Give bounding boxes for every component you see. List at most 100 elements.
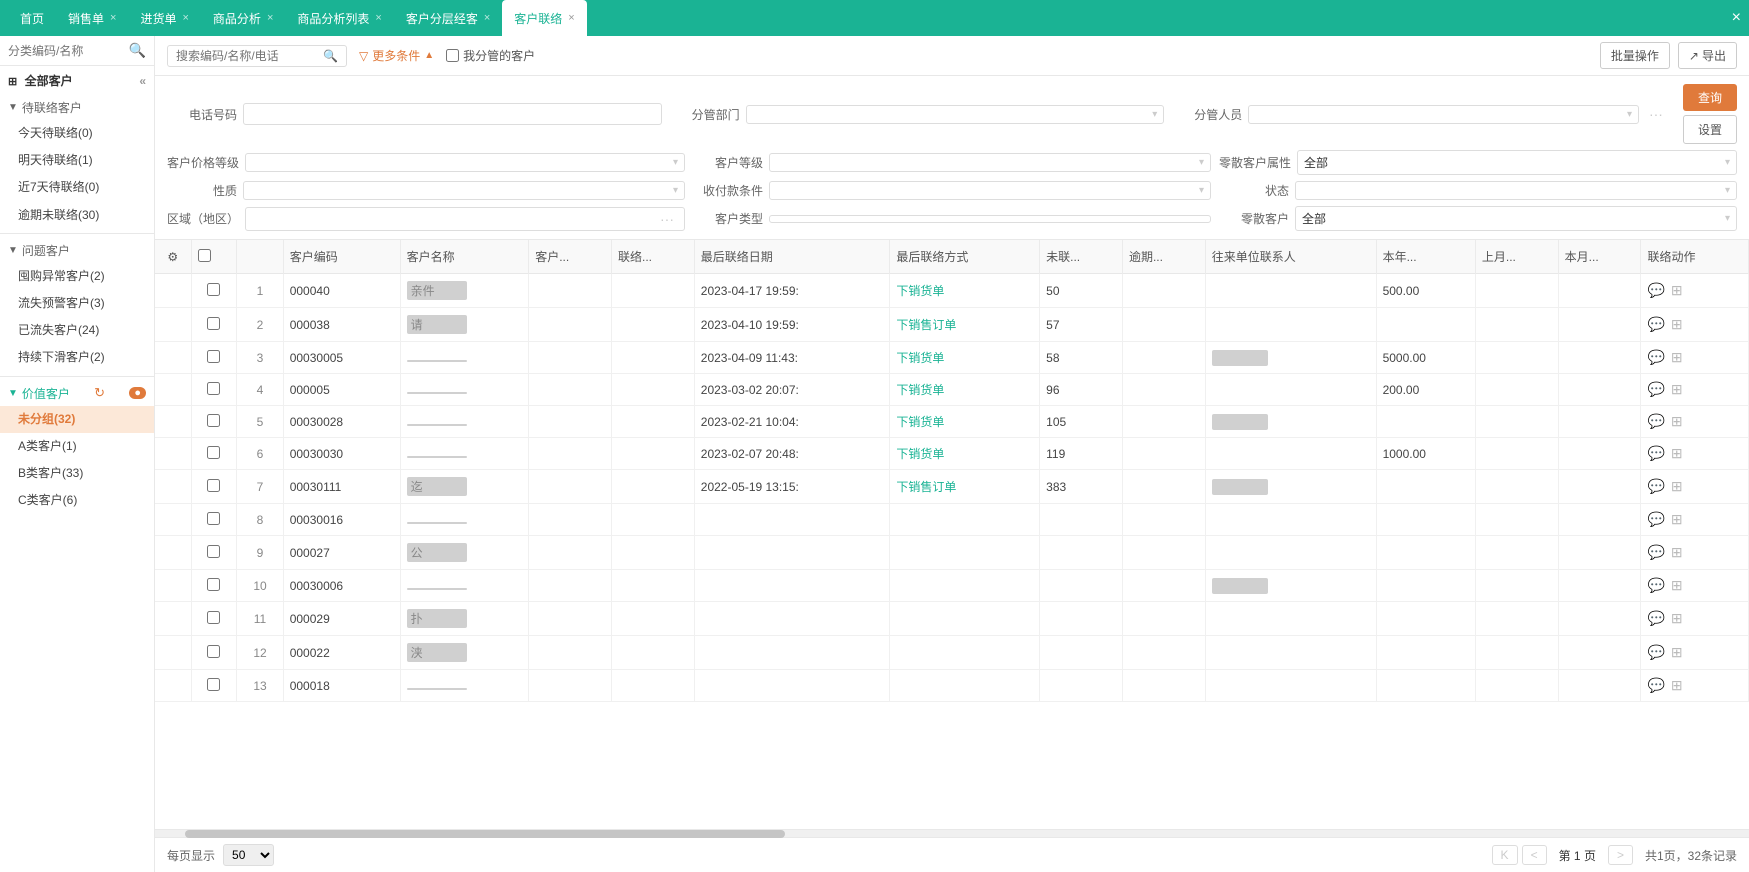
tab-customer-segment[interactable]: 客户分层经客 × (394, 0, 502, 36)
close-all-tabs[interactable]: × (1732, 9, 1741, 27)
refresh-icon[interactable]: ↻ (94, 385, 105, 401)
row-checkbox-12[interactable] (191, 670, 237, 702)
search-input[interactable] (176, 49, 319, 63)
row-checkbox-10[interactable] (191, 602, 237, 636)
grid-action-icon-3[interactable]: ⊞ (1671, 381, 1683, 398)
tab-customer-contact[interactable]: 客户联络 × (502, 0, 586, 36)
contact-method-link-0[interactable]: 下销货单 (896, 284, 944, 298)
row-checkbox-11[interactable] (191, 636, 237, 670)
grid-action-icon-9[interactable]: ⊞ (1671, 577, 1683, 594)
payment-select[interactable]: ▾ (769, 181, 1211, 200)
query-button[interactable]: 查询 (1683, 84, 1737, 111)
contact-col-header[interactable]: 联络... (611, 240, 694, 274)
phone-input[interactable] (243, 103, 662, 125)
row-checkbox-7[interactable] (191, 504, 237, 536)
batch-operation-button[interactable]: 批量操作 (1600, 42, 1670, 69)
chat-icon-5[interactable]: 💬 (1647, 445, 1664, 462)
select-all-checkbox[interactable] (198, 249, 211, 262)
sidebar-search-input[interactable] (8, 44, 125, 58)
row-checkbox-3[interactable] (191, 374, 237, 406)
sidebar-item-loss-warning[interactable]: 流失预警客户(3) (0, 290, 154, 317)
row-checkbox-8[interactable] (191, 536, 237, 570)
area-dots-btn[interactable]: ··· (656, 211, 678, 227)
row-checkbox-4[interactable] (191, 406, 237, 438)
tab-product-analysis-list-close[interactable]: × (375, 12, 381, 24)
chat-icon-8[interactable]: 💬 (1647, 544, 1664, 561)
my-customers-checkbox[interactable] (446, 49, 459, 62)
contact-method-link-1[interactable]: 下销售订单 (896, 318, 956, 332)
grid-action-icon-2[interactable]: ⊞ (1671, 349, 1683, 366)
tab-sales-close[interactable]: × (110, 12, 116, 24)
last-contact-date-col-header[interactable]: 最后联络日期 (694, 240, 890, 274)
tab-home[interactable]: 首页 (8, 0, 56, 36)
retail-customer-select[interactable]: 全部 ▾ (1295, 206, 1737, 231)
prev-page-button[interactable]: < (1522, 845, 1547, 865)
chat-icon-2[interactable]: 💬 (1647, 349, 1664, 366)
chat-icon-1[interactable]: 💬 (1647, 316, 1664, 333)
sidebar-item-7day-pending[interactable]: 近7天待联络(0) (0, 174, 154, 201)
grid-action-icon-6[interactable]: ⊞ (1671, 478, 1683, 495)
sidebar-item-class-a[interactable]: A类客户(1) (0, 433, 154, 460)
tab-purchase-close[interactable]: × (182, 12, 188, 24)
chat-icon-11[interactable]: 💬 (1647, 644, 1664, 661)
customer-level-select[interactable]: ▾ (769, 153, 1211, 172)
chat-icon-7[interactable]: 💬 (1647, 511, 1664, 528)
person-select[interactable]: ▾ (1248, 105, 1639, 124)
this-year-col-header[interactable]: 本年... (1376, 240, 1475, 274)
tab-customer-contact-close[interactable]: × (568, 12, 574, 24)
per-page-select[interactable]: 50 100 200 (223, 844, 274, 866)
area-select[interactable]: ··· (245, 207, 685, 231)
sidebar-item-abnormal-stockup[interactable]: 囤购异常客户(2) (0, 263, 154, 290)
scrollbar-thumb[interactable] (185, 830, 785, 838)
type-col-header[interactable]: 客户... (529, 240, 612, 274)
sidebar-item-declining[interactable]: 持续下滑客户(2) (0, 344, 154, 371)
tab-product-analysis-list[interactable]: 商品分析列表 × (285, 0, 393, 36)
row-checkbox-1[interactable] (191, 308, 237, 342)
status-select[interactable]: ▾ (1295, 181, 1737, 200)
row-checkbox-0[interactable] (191, 274, 237, 308)
dept-select[interactable]: ▾ (746, 105, 1165, 124)
reset-button[interactable]: 设置 (1683, 115, 1737, 144)
grid-action-icon-7[interactable]: ⊞ (1671, 511, 1683, 528)
contact-method-link-2[interactable]: 下销货单 (896, 351, 944, 365)
collapse-sidebar-icon[interactable]: « (139, 74, 146, 88)
sidebar-item-tomorrow-pending[interactable]: 明天待联络(1) (0, 147, 154, 174)
row-checkbox-9[interactable] (191, 570, 237, 602)
contact-person-col-header[interactable]: 往来单位联系人 (1205, 240, 1376, 274)
grid-action-icon-11[interactable]: ⊞ (1671, 644, 1683, 661)
grid-action-icon-1[interactable]: ⊞ (1671, 316, 1683, 333)
horizontal-scrollbar[interactable] (155, 829, 1749, 837)
gender-select[interactable]: ▾ (243, 181, 685, 200)
row-checkbox-6[interactable] (191, 470, 237, 504)
tab-purchase[interactable]: 进货单 × (128, 0, 200, 36)
this-month-col-header[interactable]: 本月... (1558, 240, 1641, 274)
grid-action-icon-4[interactable]: ⊞ (1671, 413, 1683, 430)
my-customers-filter[interactable]: 我分管的客户 (446, 47, 535, 64)
settings-col-header[interactable]: ⚙ (155, 240, 191, 274)
contact-method-link-6[interactable]: 下销售订单 (896, 480, 956, 494)
no-contact-col-header[interactable]: 未联... (1040, 240, 1123, 274)
last-contact-method-col-header[interactable]: 最后联络方式 (890, 240, 1040, 274)
grid-action-icon-12[interactable]: ⊞ (1671, 677, 1683, 694)
sidebar-item-class-b[interactable]: B类客户(33) (0, 460, 154, 487)
overdue-col-header[interactable]: 逾期... (1122, 240, 1205, 274)
sidebar-item-class-c[interactable]: C类客户(6) (0, 487, 154, 514)
contact-method-link-4[interactable]: 下销货单 (896, 415, 944, 429)
export-button[interactable]: ↗ 导出 (1678, 42, 1737, 69)
chat-icon-6[interactable]: 💬 (1647, 478, 1664, 495)
sidebar-item-lost-customers[interactable]: 已流失客户(24) (0, 317, 154, 344)
chat-icon-0[interactable]: 💬 (1647, 282, 1664, 299)
row-checkbox-2[interactable] (191, 342, 237, 374)
row-checkbox-5[interactable] (191, 438, 237, 470)
customer-type-select[interactable] (769, 215, 1211, 223)
tab-sales[interactable]: 销售单 × (56, 0, 128, 36)
tab-product-analysis-close[interactable]: × (267, 12, 273, 24)
sidebar-item-today-pending[interactable]: 今天待联络(0) (0, 120, 154, 147)
price-level-select[interactable]: ▾ (245, 153, 685, 172)
chat-icon-3[interactable]: 💬 (1647, 381, 1664, 398)
contact-method-link-5[interactable]: 下销货单 (896, 447, 944, 461)
tab-customer-segment-close[interactable]: × (484, 12, 490, 24)
sidebar-all-customers[interactable]: ⊞ 全部客户 « (0, 66, 154, 95)
more-conditions-btn[interactable]: ▽ 更多条件 ▲ (359, 47, 434, 64)
sidebar-search-box[interactable]: 🔍 (0, 36, 154, 66)
